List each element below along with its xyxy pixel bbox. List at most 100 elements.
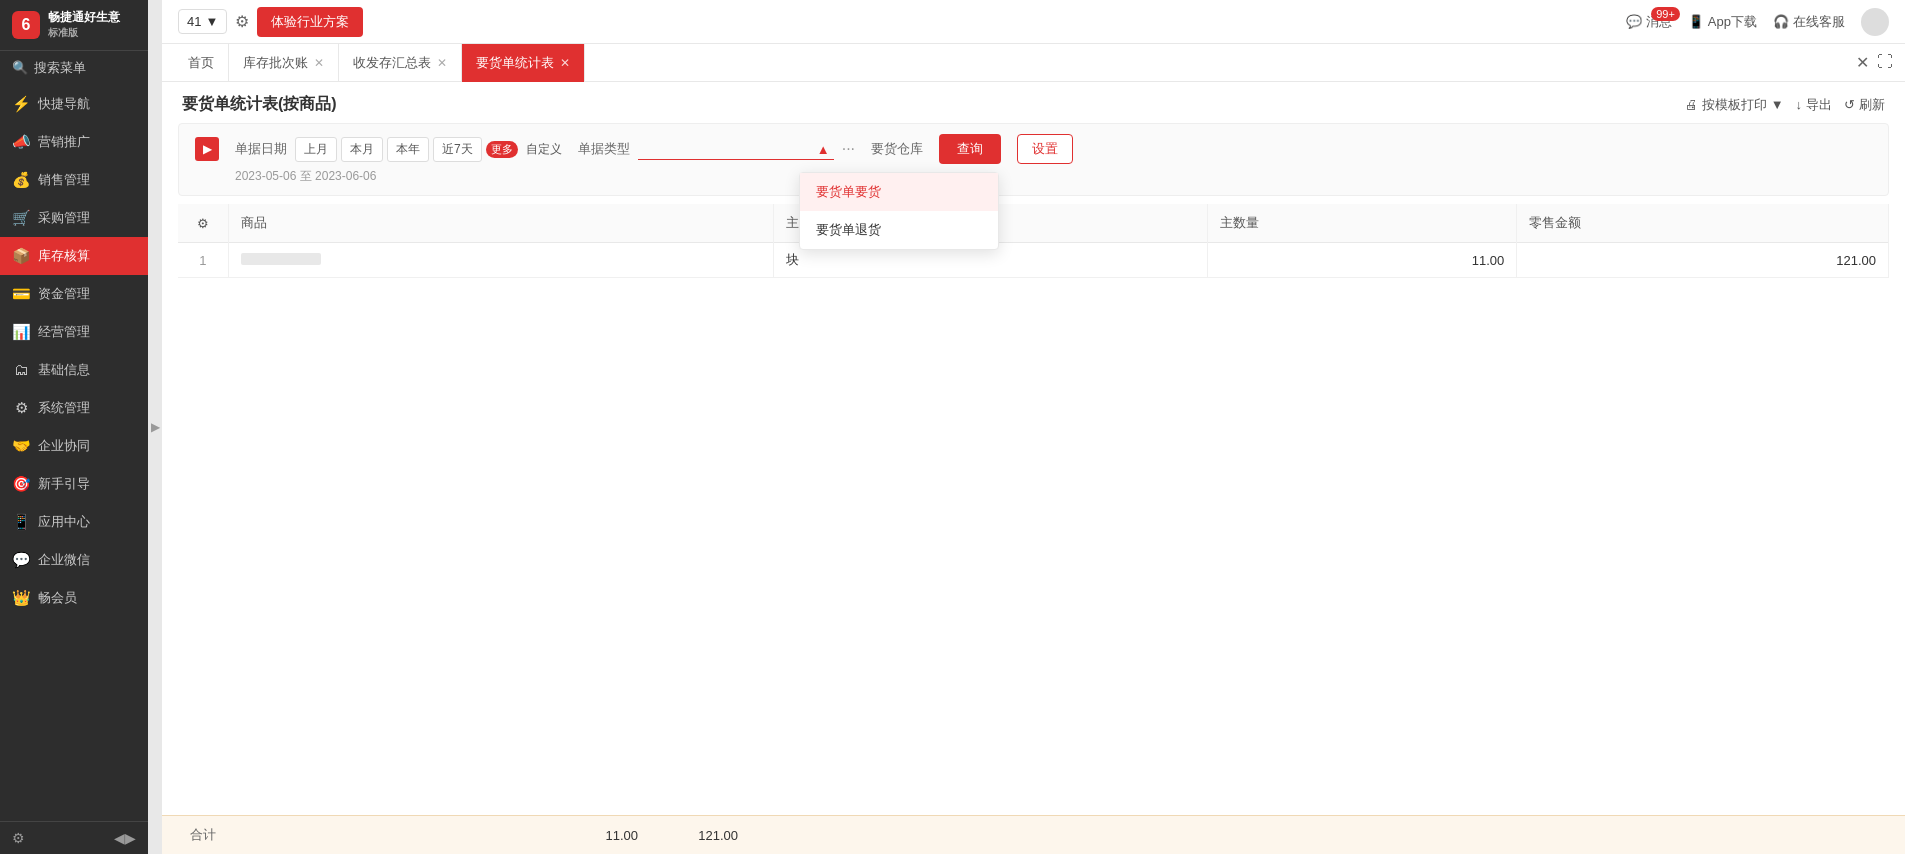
sidebar-collapse-bar[interactable]: ▶ bbox=[148, 0, 162, 854]
date-btn-this-month[interactable]: 本月 bbox=[341, 137, 383, 162]
table-header-row: ⚙ 商品 主计量单位 主数量 零售金额 bbox=[178, 204, 1889, 243]
system-icon: ⚙ bbox=[12, 399, 30, 417]
online-support-btn[interactable]: 🎧 在线客服 bbox=[1773, 13, 1845, 31]
date-btn-last-month[interactable]: 上月 bbox=[295, 137, 337, 162]
sidebar-item-purchase[interactable]: 🛒 采购管理 bbox=[0, 199, 148, 237]
expand-tabs-icon[interactable]: ⛶ bbox=[1877, 53, 1893, 72]
page-header: 要货单统计表(按商品) 🖨 按模板打印 ▼ ↓ 导出 ↺ 刷新 bbox=[162, 82, 1905, 123]
col-header-product: 商品 bbox=[228, 204, 773, 243]
sidebar-label-inventory: 库存核算 bbox=[38, 247, 90, 265]
type-filter-label: 单据类型 bbox=[578, 140, 630, 158]
type-select-wrapper: ▲ bbox=[638, 138, 834, 160]
export-icon: ↓ bbox=[1796, 97, 1803, 112]
refresh-btn[interactable]: ↺ 刷新 bbox=[1844, 96, 1885, 114]
filter-row: ▶ 单据日期 上月 本月 本年 近7天 更多 自定义 单据类型 bbox=[195, 134, 1872, 164]
data-table: ⚙ 商品 主计量单位 主数量 零售金额 1 块 11.00 bbox=[178, 204, 1889, 278]
dropdown-item-requisition-return[interactable]: 要货单退货 bbox=[800, 211, 998, 249]
user-avatar[interactable] bbox=[1861, 8, 1889, 36]
app-download-icon: 📱 bbox=[1688, 14, 1704, 29]
warehouse-filter-group: 要货仓库 bbox=[871, 140, 923, 158]
sidebar-label-finance: 资金管理 bbox=[38, 285, 90, 303]
app-download-btn[interactable]: 📱 App下载 bbox=[1688, 13, 1757, 31]
wechat-icon: 💬 bbox=[12, 551, 30, 569]
export-btn[interactable]: ↓ 导出 bbox=[1796, 96, 1833, 114]
store-selector[interactable]: 41 ▼ bbox=[178, 9, 227, 34]
sidebar-item-app-center[interactable]: 📱 应用中心 bbox=[0, 503, 148, 541]
row-amount: 121.00 bbox=[1517, 243, 1889, 278]
collapse-icon[interactable]: ◀▶ bbox=[114, 830, 136, 846]
print-icon: 🖨 bbox=[1685, 97, 1698, 112]
sidebar-item-inventory[interactable]: 📦 库存核算 bbox=[0, 237, 148, 275]
messages-btn[interactable]: 💬 消息 99+ bbox=[1626, 13, 1672, 31]
type-select-input[interactable] bbox=[638, 138, 834, 160]
sidebar-item-quick-nav[interactable]: ⚡ 快捷导航 bbox=[0, 85, 148, 123]
operations-icon: 📊 bbox=[12, 323, 30, 341]
logo-icon: 6 bbox=[12, 11, 40, 39]
brand-sub: 标准版 bbox=[48, 26, 120, 40]
date-custom-btn[interactable]: 自定义 bbox=[526, 141, 562, 158]
sidebar-item-finance[interactable]: 💳 资金管理 bbox=[0, 275, 148, 313]
type-select-arrow[interactable]: ▲ bbox=[817, 142, 830, 157]
app-download-label: App下载 bbox=[1708, 13, 1757, 31]
brand-name: 畅捷通好生意 bbox=[48, 10, 120, 26]
tab-inventory-batch-close[interactable]: ✕ bbox=[314, 56, 324, 70]
sidebar-label-guide: 新手引导 bbox=[38, 475, 90, 493]
footer-label: 合计 bbox=[178, 826, 438, 844]
search-menu[interactable]: 🔍 搜索菜单 bbox=[0, 51, 148, 85]
sidebar-item-cooperation[interactable]: 🤝 企业协同 bbox=[0, 427, 148, 465]
sidebar-label-app-center: 应用中心 bbox=[38, 513, 90, 531]
settings-bottom-icon[interactable]: ⚙ bbox=[12, 830, 25, 846]
date-btn-this-year[interactable]: 本年 bbox=[387, 137, 429, 162]
sidebar-items: ⚡ 快捷导航 📣 营销推广 💰 销售管理 🛒 采购管理 📦 库存核算 💳 资金管… bbox=[0, 85, 148, 821]
sidebar-item-basic-info[interactable]: 🗂 基础信息 bbox=[0, 351, 148, 389]
filter-expand-button[interactable]: ▶ bbox=[195, 137, 219, 161]
print-btn[interactable]: 🖨 按模板打印 ▼ bbox=[1685, 96, 1784, 114]
tab-receivables-summary[interactable]: 收发存汇总表 ✕ bbox=[339, 44, 462, 82]
print-expand-icon[interactable]: ▼ bbox=[1771, 97, 1784, 112]
col-header-settings[interactable]: ⚙ bbox=[178, 204, 228, 243]
cooperation-icon: 🤝 bbox=[12, 437, 30, 455]
dropdown-item-requisition-order[interactable]: 要货单要货 bbox=[800, 173, 998, 211]
topbar-settings-icon[interactable]: ⚙ bbox=[235, 12, 249, 31]
sidebar-bottom: ⚙ ◀▶ bbox=[0, 821, 148, 854]
search-label: 搜索菜单 bbox=[34, 59, 86, 77]
tab-requisition-stats[interactable]: 要货单统计表 ✕ bbox=[462, 44, 585, 82]
tab-requisition-close[interactable]: ✕ bbox=[560, 56, 570, 70]
trial-button[interactable]: 体验行业方案 bbox=[257, 7, 363, 37]
tab-inventory-batch-label: 库存批次账 bbox=[243, 54, 308, 72]
page-title: 要货单统计表(按商品) bbox=[182, 94, 337, 115]
type-filter-group: 单据类型 ▲ ··· bbox=[578, 138, 855, 160]
store-name: 41 bbox=[187, 14, 201, 29]
tab-home[interactable]: 首页 bbox=[174, 44, 229, 82]
sidebar-item-wechat[interactable]: 💬 企业微信 bbox=[0, 541, 148, 579]
inventory-icon: 📦 bbox=[12, 247, 30, 265]
date-btn-last-7-days[interactable]: 近7天 bbox=[433, 137, 482, 162]
sidebar-item-marketing[interactable]: 📣 营销推广 bbox=[0, 123, 148, 161]
sidebar-label-system: 系统管理 bbox=[38, 399, 90, 417]
messages-badge: 99+ bbox=[1651, 7, 1680, 21]
sidebar-item-guide[interactable]: 🎯 新手引导 bbox=[0, 465, 148, 503]
sidebar-item-sales[interactable]: 💰 销售管理 bbox=[0, 161, 148, 199]
main-area: 41 ▼ ⚙ 体验行业方案 💬 消息 99+ 📱 App下载 🎧 在线客服 bbox=[162, 0, 1905, 854]
quick-nav-icon: ⚡ bbox=[12, 95, 30, 113]
tab-requisition-label: 要货单统计表 bbox=[476, 54, 554, 72]
store-dropdown-icon: ▼ bbox=[205, 14, 218, 29]
date-filter-group: 单据日期 上月 本月 本年 近7天 更多 自定义 bbox=[235, 137, 562, 162]
sidebar-item-membership[interactable]: 👑 畅会员 bbox=[0, 579, 148, 617]
tabbar-actions: ✕ ⛶ bbox=[1856, 53, 1893, 72]
tab-inventory-batch[interactable]: 库存批次账 ✕ bbox=[229, 44, 339, 82]
close-all-tabs-icon[interactable]: ✕ bbox=[1856, 53, 1869, 72]
app-logo: 6 畅捷通好生意 标准版 bbox=[0, 0, 148, 51]
sidebar-item-operations[interactable]: 📊 经营管理 bbox=[0, 313, 148, 351]
type-more-btn[interactable]: ··· bbox=[842, 140, 855, 158]
date-more-badge[interactable]: 更多 bbox=[486, 141, 518, 158]
tab-receivables-close[interactable]: ✕ bbox=[437, 56, 447, 70]
filter-bar: ▶ 单据日期 上月 本月 本年 近7天 更多 自定义 单据类型 bbox=[178, 123, 1889, 196]
col-header-amount: 零售金额 bbox=[1517, 204, 1889, 243]
sidebar-item-system[interactable]: ⚙ 系统管理 bbox=[0, 389, 148, 427]
table-footer: 合计 11.00 121.00 bbox=[162, 815, 1905, 854]
filter-settings-button[interactable]: 设置 bbox=[1017, 134, 1073, 164]
tabbar: 首页 库存批次账 ✕ 收发存汇总表 ✕ 要货单统计表 ✕ ✕ ⛶ bbox=[162, 44, 1905, 82]
query-button[interactable]: 查询 bbox=[939, 134, 1001, 164]
tab-home-label: 首页 bbox=[188, 54, 214, 72]
